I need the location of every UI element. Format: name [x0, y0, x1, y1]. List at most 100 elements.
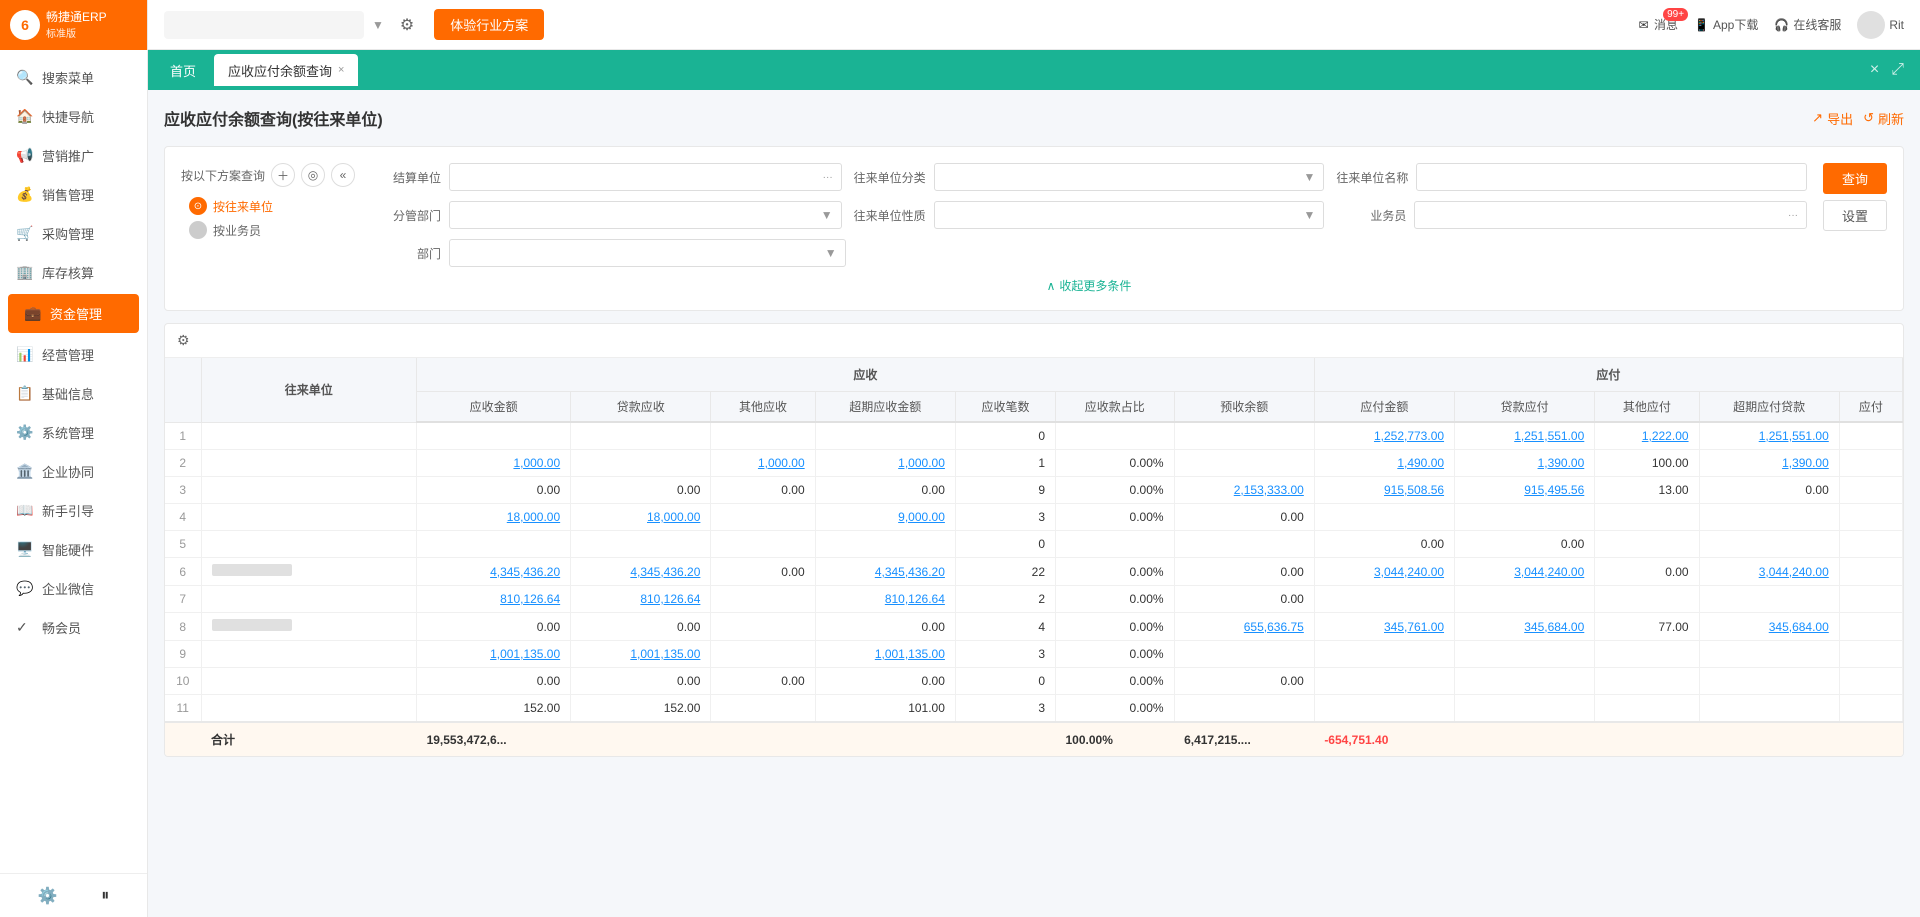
window-close-icon[interactable]: × — [1870, 61, 1879, 79]
sidebar-item-search[interactable]: 🔍 搜索菜单 — [0, 58, 147, 97]
query-button[interactable]: 查询 — [1823, 163, 1887, 194]
cell-yfje[interactable]: 3,044,240.00 — [1314, 558, 1454, 586]
yewuyuan-input[interactable]: ··· — [1414, 201, 1807, 229]
cell-ysje[interactable]: 0.00 — [417, 477, 571, 504]
cell-cqysje[interactable]: 4,345,436.20 — [815, 558, 955, 586]
tab-home[interactable]: 首页 — [156, 54, 210, 86]
fenguang-input[interactable]: ▼ — [449, 201, 842, 229]
sidebar-settings-icon[interactable]: ⚙️ — [38, 886, 58, 906]
cell-ysbs[interactable]: 0 — [955, 531, 1055, 558]
cell-cqysje[interactable]: 1,001,135.00 — [815, 641, 955, 668]
sidebar-collapse-icon[interactable]: ⏸ — [101, 887, 109, 905]
cell-cqysje[interactable]: 810,126.64 — [815, 586, 955, 613]
window-expand-icon[interactable]: ⤢ — [1891, 61, 1904, 79]
sidebar-item-basic[interactable]: 📋 基础信息 — [0, 374, 147, 413]
cell-qtys[interactable]: 0.00 — [711, 668, 815, 695]
sidebar-item-guide[interactable]: 📖 新手引导 — [0, 491, 147, 530]
sidebar-item-sales[interactable]: 💰 销售管理 — [0, 175, 147, 214]
filter-group-salesman[interactable]: 按业务员 — [189, 221, 355, 239]
settings-button[interactable]: 设置 — [1823, 200, 1887, 231]
xingzhi-input[interactable]: ▼ — [934, 201, 1325, 229]
cell-qtyf[interactable]: 0.00 — [1595, 558, 1699, 586]
cell-ysye[interactable]: 0.00 — [1174, 504, 1314, 531]
cell-dkys[interactable]: 152.00 — [571, 695, 711, 723]
cell-dkys[interactable]: 0.00 — [571, 613, 711, 641]
cell-ysbs[interactable]: 2 — [955, 586, 1055, 613]
cell-cqyfdk[interactable]: 3,044,240.00 — [1699, 558, 1839, 586]
cell-ysbs[interactable]: 3 — [955, 695, 1055, 723]
mingcheng-input[interactable] — [1416, 163, 1807, 191]
cell-dkyf[interactable]: 345,684.00 — [1455, 613, 1595, 641]
filter-group-partner[interactable]: ⊙ 按往来单位 — [189, 197, 355, 215]
cell-yskzb[interactable]: 0.00% — [1056, 450, 1175, 477]
cell-ysje[interactable]: 1,001,135.00 — [417, 641, 571, 668]
cell-yskzb[interactable]: 0.00% — [1056, 613, 1175, 641]
edit-scheme-button[interactable]: ◎ — [301, 163, 325, 187]
cell-qtyf[interactable]: 1,222.00 — [1595, 422, 1699, 450]
cell-yskzb[interactable]: 0.00% — [1056, 558, 1175, 586]
sidebar-item-hardware[interactable]: 🖥️ 智能硬件 — [0, 530, 147, 569]
cell-dkys[interactable]: 1,001,135.00 — [571, 641, 711, 668]
jiesuan-input[interactable]: ··· — [449, 163, 842, 191]
cell-dkyf[interactable]: 0.00 — [1455, 531, 1595, 558]
cell-yskzb[interactable]: 0.00% — [1056, 641, 1175, 668]
cell-qtys[interactable]: 1,000.00 — [711, 450, 815, 477]
fenlei-input[interactable]: ▼ — [934, 163, 1325, 191]
table-settings-icon[interactable]: ⚙ — [177, 332, 190, 349]
cell-ysje[interactable]: 0.00 — [417, 613, 571, 641]
add-scheme-button[interactable]: ＋ — [271, 163, 295, 187]
cell-dkys[interactable]: 4,345,436.20 — [571, 558, 711, 586]
promo-button[interactable]: 体验行业方案 — [434, 9, 544, 40]
cell-dkys[interactable]: 18,000.00 — [571, 504, 711, 531]
cell-ysbs[interactable]: 3 — [955, 641, 1055, 668]
tab-close-icon[interactable]: × — [338, 64, 344, 76]
cell-dkyf[interactable]: 1,251,551.00 — [1455, 422, 1595, 450]
cell-ysbs[interactable]: 4 — [955, 613, 1055, 641]
cell-ysbs[interactable]: 9 — [955, 477, 1055, 504]
sidebar-item-operation[interactable]: 📊 经营管理 — [0, 335, 147, 374]
cell-cqyfdk[interactable]: 345,684.00 — [1699, 613, 1839, 641]
cell-yskzb[interactable]: 0.00% — [1056, 695, 1175, 723]
cell-ysje[interactable]: 0.00 — [417, 668, 571, 695]
cell-yfje[interactable]: 345,761.00 — [1314, 613, 1454, 641]
cell-dkys[interactable]: 0.00 — [571, 668, 711, 695]
dropdown-arrow-icon[interactable]: ▼ — [372, 18, 384, 32]
cell-ysje[interactable]: 18,000.00 — [417, 504, 571, 531]
cell-qtyf[interactable]: 77.00 — [1595, 613, 1699, 641]
cell-ysye[interactable]: 0.00 — [1174, 586, 1314, 613]
cell-dkyf[interactable]: 915,495.56 — [1455, 477, 1595, 504]
cell-ysye[interactable]: 655,636.75 — [1174, 613, 1314, 641]
cell-yfje[interactable]: 1,252,773.00 — [1314, 422, 1454, 450]
cell-ysje[interactable]: 4,345,436.20 — [417, 558, 571, 586]
collapse-scheme-button[interactable]: « — [331, 163, 355, 187]
cell-cqysje[interactable]: 9,000.00 — [815, 504, 955, 531]
cell-cqysje[interactable]: 0.00 — [815, 613, 955, 641]
sidebar-item-finance[interactable]: 💼 资金管理 — [8, 294, 139, 333]
sidebar-item-system[interactable]: ⚙️ 系统管理 — [0, 413, 147, 452]
cell-yfje[interactable]: 1,490.00 — [1314, 450, 1454, 477]
message-button[interactable]: ✉ 消息 99+ — [1639, 16, 1678, 33]
cell-qtys[interactable]: 0.00 — [711, 477, 815, 504]
cell-ysje[interactable]: 1,000.00 — [417, 450, 571, 477]
refresh-button[interactable]: ↺ 刷新 — [1863, 109, 1904, 128]
cell-cqyfdk[interactable]: 1,390.00 — [1699, 450, 1839, 477]
cell-ysbs[interactable]: 22 — [955, 558, 1055, 586]
cell-qtyf[interactable]: 13.00 — [1595, 477, 1699, 504]
app-download-button[interactable]: 📱 App下载 — [1694, 16, 1758, 33]
sidebar-item-quick[interactable]: 🏠 快捷导航 — [0, 97, 147, 136]
sidebar-item-wechat[interactable]: 💬 企业微信 — [0, 569, 147, 608]
cell-cqysje[interactable]: 101.00 — [815, 695, 955, 723]
cell-ysje[interactable]: 810,126.64 — [417, 586, 571, 613]
cell-ysye[interactable]: 0.00 — [1174, 558, 1314, 586]
cell-cqyfdk[interactable]: 0.00 — [1699, 477, 1839, 504]
cell-yskzb[interactable]: 0.00% — [1056, 477, 1175, 504]
cell-dkys[interactable]: 810,126.64 — [571, 586, 711, 613]
cell-cqysje[interactable]: 0.00 — [815, 668, 955, 695]
bumen-input[interactable]: ▼ — [449, 239, 846, 267]
cell-ysye[interactable]: 2,153,333.00 — [1174, 477, 1314, 504]
cell-yskzb[interactable]: 0.00% — [1056, 504, 1175, 531]
cell-yskzb[interactable]: 0.00% — [1056, 668, 1175, 695]
cell-ysbs[interactable]: 0 — [955, 422, 1055, 450]
sidebar-item-stock[interactable]: 🏢 库存核算 — [0, 253, 147, 292]
sidebar-item-enterprise[interactable]: 🏛️ 企业协同 — [0, 452, 147, 491]
